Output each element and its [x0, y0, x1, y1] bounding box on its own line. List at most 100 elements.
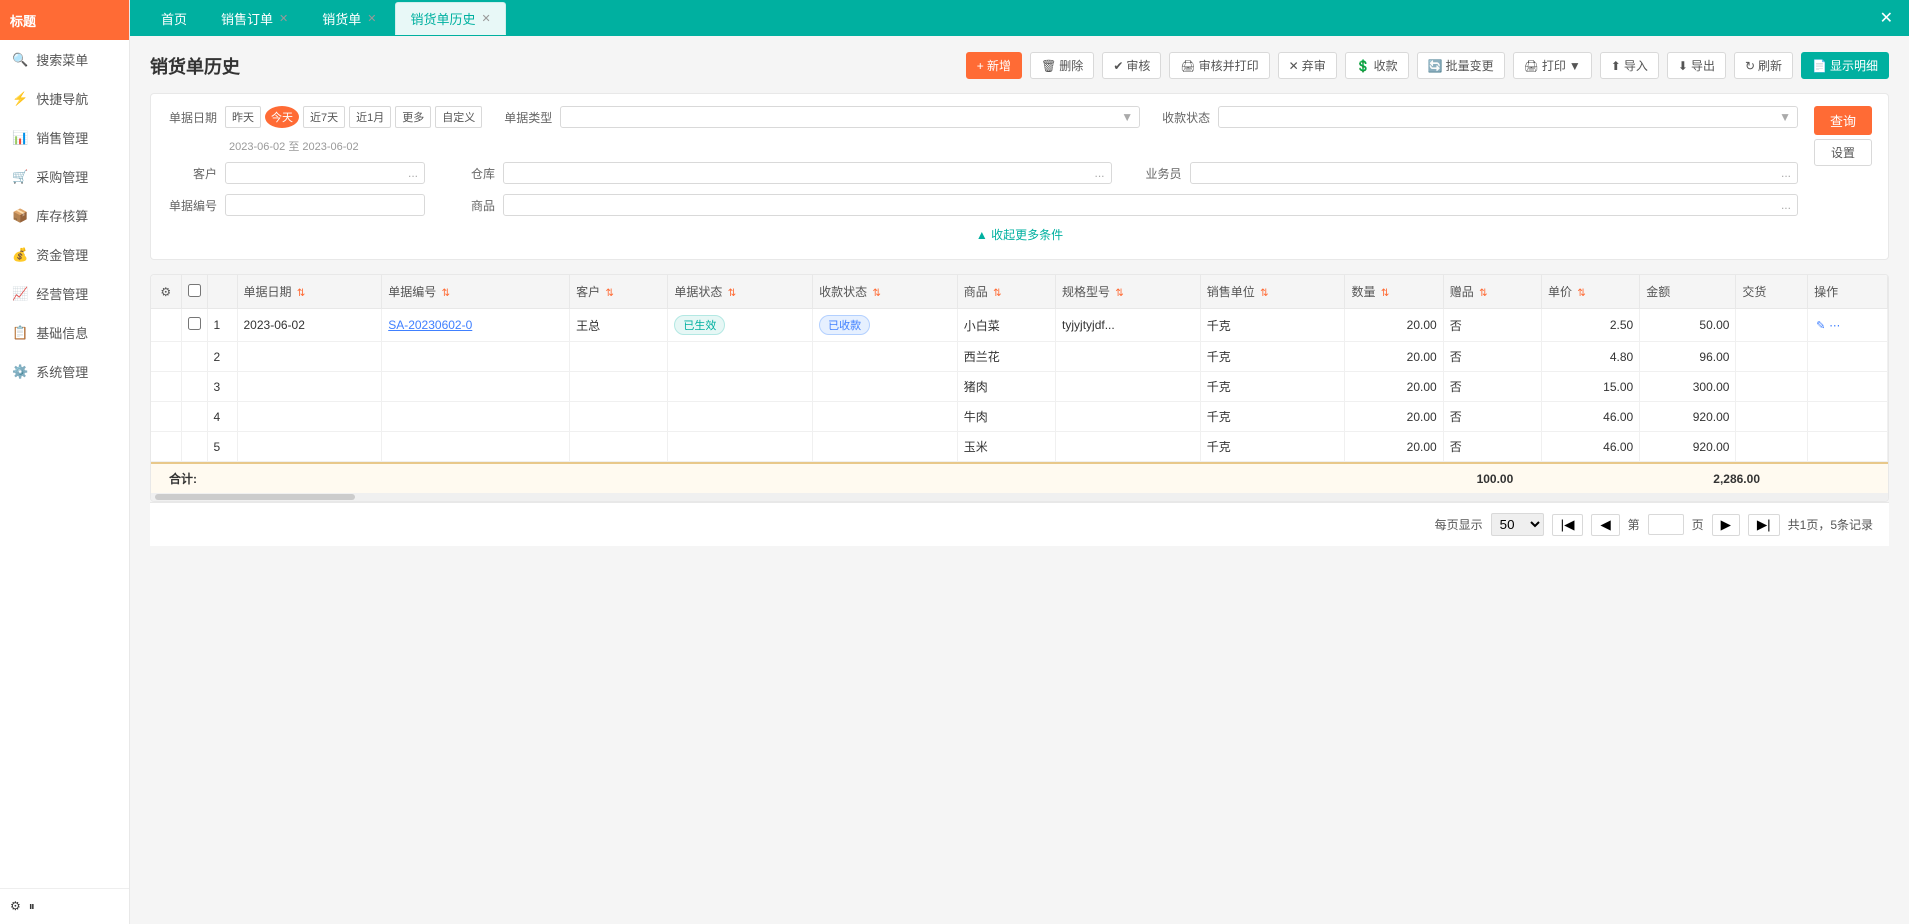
export-button[interactable]: ⬇ 导出 — [1667, 52, 1726, 79]
col-goods[interactable]: 商品 ⇅ — [957, 275, 1055, 309]
col-row-no — [207, 275, 237, 309]
row-quantity: 20.00 — [1345, 402, 1443, 432]
row-unit: 千克 — [1200, 309, 1345, 342]
tab-home[interactable]: 首页 — [146, 2, 202, 35]
query-button[interactable]: 查询 — [1814, 106, 1872, 135]
tab-sales-history-close[interactable]: ✕ — [482, 12, 491, 25]
doc-type-input[interactable] — [561, 107, 1115, 127]
sidebar-item-ops[interactable]: 📈 经营管理 — [0, 274, 129, 313]
horizontal-scrollbar[interactable] — [151, 493, 1888, 501]
row-date: 2023-06-02 — [237, 309, 382, 342]
review-print-button[interactable]: 🖨 审核并打印 — [1169, 52, 1269, 79]
print-button[interactable]: 🖨 打印 ▼ — [1513, 52, 1592, 79]
row-checkbox[interactable] — [188, 317, 201, 330]
col-unit[interactable]: 销售单位 ⇅ — [1200, 275, 1345, 309]
sidebar-item-stock[interactable]: 📦 库存核算 — [0, 196, 129, 235]
review-button[interactable]: ✔ 审核 — [1102, 52, 1161, 79]
row-transaction — [1736, 342, 1808, 372]
page-last-btn[interactable]: ▶| — [1748, 514, 1780, 536]
tab-sales-delivery-close[interactable]: ✕ — [367, 12, 376, 25]
new-button[interactable]: + 新增 — [966, 52, 1022, 79]
salesman-input[interactable] — [1191, 163, 1775, 183]
col-doc-status[interactable]: 单据状态 ⇅ — [668, 275, 813, 309]
doc-type-dropdown[interactable]: ▼ — [1115, 110, 1139, 124]
collapse-button[interactable]: ▲ 收起更多条件 — [972, 222, 1067, 247]
sidebar-item-label: 销售管理 — [36, 128, 88, 147]
setting-button[interactable]: 设置 — [1814, 139, 1872, 166]
date-btn-1month[interactable]: 近1月 — [349, 106, 391, 128]
col-date[interactable]: 单据日期 ⇅ — [237, 275, 382, 309]
row-customer — [570, 342, 668, 372]
pay-status-input[interactable] — [1219, 107, 1773, 127]
abandon-button[interactable]: ✕ 弃审 — [1278, 52, 1337, 79]
refresh-button[interactable]: ↻ 刷新 — [1734, 52, 1793, 79]
batch-change-icon: 🔄 — [1428, 59, 1443, 73]
select-all-checkbox[interactable] — [188, 284, 201, 297]
page-first-btn[interactable]: |◀ — [1552, 514, 1584, 536]
col-customer[interactable]: 客户 ⇅ — [570, 275, 668, 309]
row-gift: 否 — [1443, 402, 1541, 432]
review-icon: ✔ — [1113, 59, 1123, 73]
date-btn-7days[interactable]: 近7天 — [303, 106, 345, 128]
sidebar-bottom: ⚙ ⏸ — [0, 888, 129, 924]
date-btn-yesterday[interactable]: 昨天 — [225, 106, 261, 128]
col-spec[interactable]: 规格型号 ⇅ — [1056, 275, 1201, 309]
row-action: ✎⋯ — [1808, 309, 1888, 342]
col-doc-no[interactable]: 单据编号 ⇅ — [382, 275, 570, 309]
tab-sales-history[interactable]: 销货单历史 ✕ — [395, 2, 505, 35]
date-btn-custom[interactable]: 自定义 — [435, 106, 482, 128]
sidebar-item-quick-nav[interactable]: ⚡ 快捷导航 — [0, 79, 129, 118]
tab-sales-delivery[interactable]: 销货单 ✕ — [307, 2, 391, 35]
show-detail-button[interactable]: 📄 显示明细 — [1801, 52, 1889, 79]
filter-doc-no: 单据编号 — [167, 194, 425, 216]
col-qty[interactable]: 数量 ⇅ — [1345, 275, 1443, 309]
per-page-select[interactable]: 50 100 200 — [1491, 513, 1544, 536]
warehouse-more-icon[interactable]: ... — [1088, 166, 1110, 180]
goods-more-icon[interactable]: ... — [1775, 198, 1797, 212]
customer-more-icon[interactable]: ... — [402, 166, 424, 180]
page-number-input[interactable]: 1 — [1648, 514, 1684, 535]
more-action[interactable]: ⋯ — [1829, 320, 1840, 332]
scrollbar-thumb[interactable] — [155, 494, 355, 500]
col-gift[interactable]: 赠品 ⇅ — [1443, 275, 1541, 309]
delete-button[interactable]: 🗑 删除 — [1030, 52, 1094, 79]
pause-bottom-icon[interactable]: ⏸ — [29, 899, 35, 914]
row-customer — [570, 432, 668, 462]
import-icon: ⬆ — [1611, 59, 1621, 73]
tab-sales-order[interactable]: 销售订单 ✕ — [206, 2, 303, 35]
doc-no-input[interactable] — [225, 194, 425, 216]
page-prev-btn[interactable]: ◀ — [1591, 514, 1619, 536]
date-btn-today[interactable]: 今天 — [265, 106, 299, 128]
batch-change-button[interactable]: 🔄 批量变更 — [1417, 52, 1505, 79]
col-price[interactable]: 单价 ⇅ — [1541, 275, 1639, 309]
row-spec — [1056, 432, 1201, 462]
sidebar-item-search[interactable]: 🔍 搜索菜单 — [0, 40, 129, 79]
sidebar-item-sys-mgmt[interactable]: ⚙️ 系统管理 — [0, 352, 129, 391]
page-next-btn[interactable]: ▶ — [1712, 514, 1740, 536]
date-btn-more[interactable]: 更多 — [395, 106, 431, 128]
col-amount: 金额 — [1640, 275, 1736, 309]
tab-sales-order-close[interactable]: ✕ — [279, 12, 288, 25]
import-button[interactable]: ⬆ 导入 — [1600, 52, 1659, 79]
customer-input[interactable] — [226, 163, 402, 183]
date-range-display: 2023-06-02 至 2023-06-02 — [229, 138, 1798, 154]
sidebar-item-purchase[interactable]: 🛒 采购管理 — [0, 157, 129, 196]
row-customer — [570, 372, 668, 402]
sidebar-item-finance[interactable]: 💰 资金管理 — [0, 235, 129, 274]
collect-button[interactable]: 💲 收款 — [1345, 52, 1409, 79]
sidebar-item-sales[interactable]: 📊 销售管理 — [0, 118, 129, 157]
sales-icon: 📊 — [12, 130, 28, 146]
quick-nav-icon: ⚡ — [12, 91, 28, 107]
goods-input[interactable] — [504, 195, 1775, 215]
doc-no-link[interactable]: SA-20230602-0 — [388, 318, 472, 332]
edit-action[interactable]: ✎ — [1816, 320, 1825, 332]
settings-bottom-icon[interactable]: ⚙ — [10, 899, 21, 914]
col-doc-status-sort: ⇅ — [728, 288, 736, 299]
close-all-tabs[interactable]: ✕ — [1880, 8, 1893, 28]
col-settings[interactable]: ⚙ — [151, 275, 181, 309]
warehouse-input[interactable] — [504, 163, 1088, 183]
sidebar-item-basic-info[interactable]: 📋 基础信息 — [0, 313, 129, 352]
salesman-more-icon[interactable]: ... — [1775, 166, 1797, 180]
col-pay-status[interactable]: 收款状态 ⇅ — [813, 275, 958, 309]
pay-status-dropdown[interactable]: ▼ — [1773, 110, 1797, 124]
